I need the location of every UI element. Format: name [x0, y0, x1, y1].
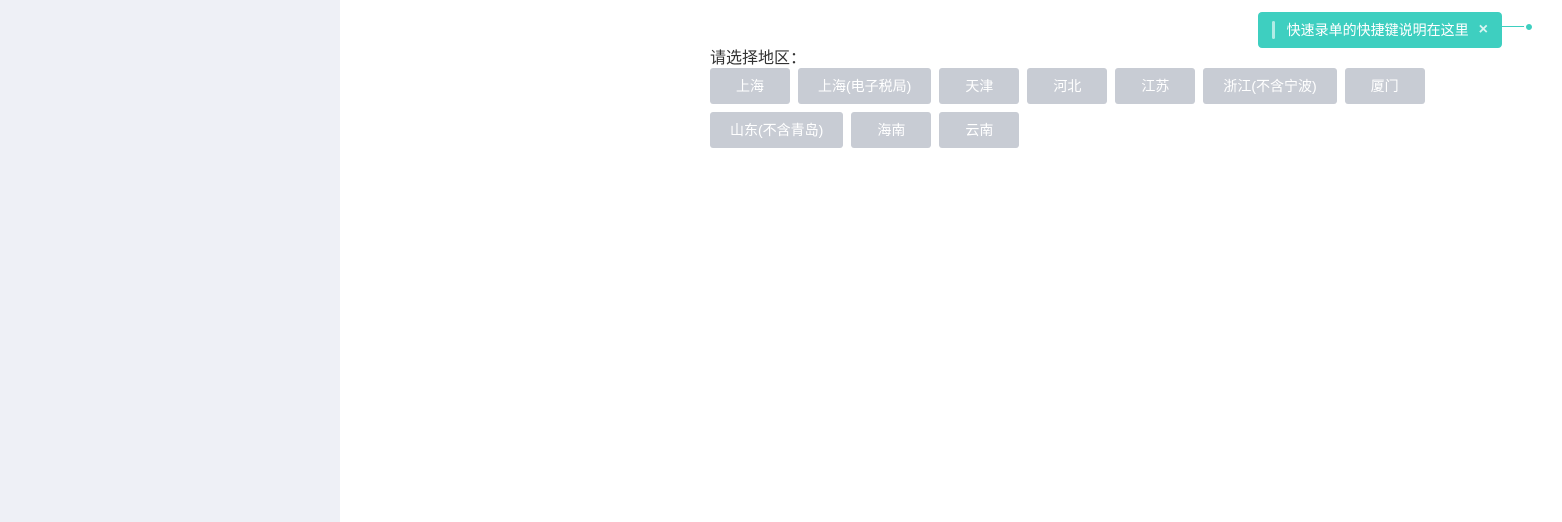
region-btn-shanghai-etax[interactable]: 上海(电子税局) [798, 68, 931, 104]
tooltip-close-button[interactable]: × [1479, 21, 1488, 39]
region-btn-shandong[interactable]: 山东(不含青岛) [710, 112, 843, 148]
region-btn-hainan[interactable]: 海南 [851, 112, 931, 148]
region-btn-zhejiang[interactable]: 浙江(不含宁波) [1203, 68, 1336, 104]
region-buttons-row1: 上海上海(电子税局)天津河北江苏浙江(不含宁波)厦门 [710, 68, 1425, 104]
region-btn-jiangsu[interactable]: 江苏 [1115, 68, 1195, 104]
tooltip-text: 快速录单的快捷键说明在这里 [1287, 20, 1469, 40]
tooltip-connector-dot [1524, 22, 1534, 32]
left-sidebar [0, 0, 340, 522]
main-content: 请选择地区： 上海上海(电子税局)天津河北江苏浙江(不含宁波)厦门 山东(不含青… [340, 0, 1562, 522]
region-btn-hebei[interactable]: 河北 [1027, 68, 1107, 104]
region-buttons-row2: 山东(不含青岛)海南云南 [710, 112, 1019, 148]
tooltip-connector-line [1501, 26, 1525, 27]
region-btn-tianjin[interactable]: 天津 [939, 68, 1019, 104]
tooltip-banner: 快速录单的快捷键说明在这里 × [1258, 12, 1502, 48]
region-btn-yunnan[interactable]: 云南 [939, 112, 1019, 148]
region-select-label: 请选择地区： [710, 44, 806, 68]
region-btn-xiamen[interactable]: 厦门 [1345, 68, 1425, 104]
region-btn-shanghai[interactable]: 上海 [710, 68, 790, 104]
